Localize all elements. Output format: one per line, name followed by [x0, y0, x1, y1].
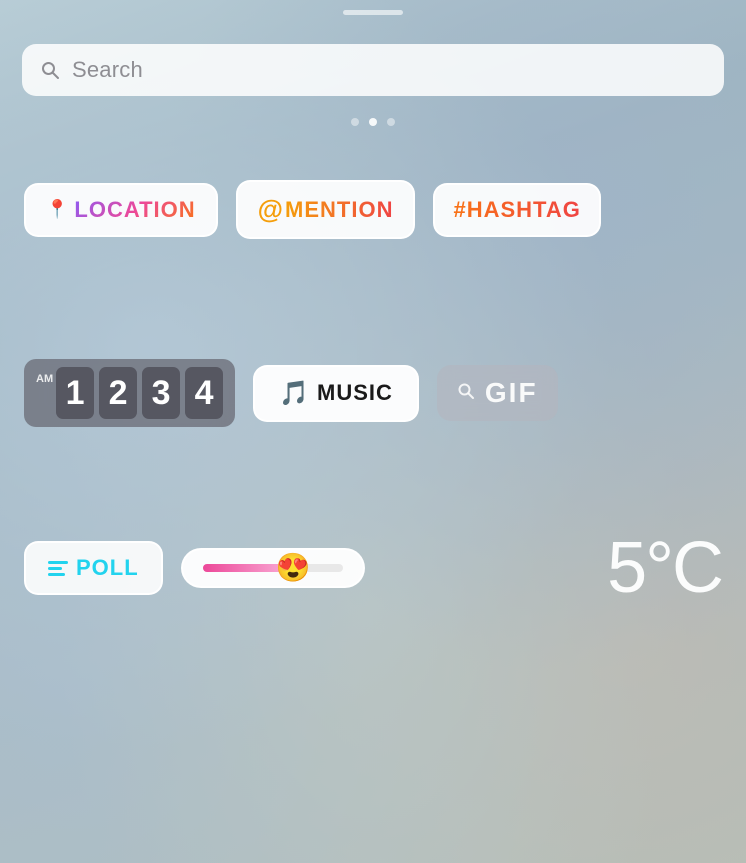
clock-digit-3: 3 [142, 367, 180, 419]
location-pin-icon: 📍 [46, 199, 68, 220]
page-indicators [351, 118, 395, 126]
slider-track[interactable]: 😍 [203, 564, 343, 572]
slider-emoji: 😍 [275, 552, 310, 583]
slider-sticker[interactable]: 😍 [181, 548, 365, 588]
clock-sticker[interactable]: AM 1 2 3 4 [24, 359, 235, 427]
clock-digit-4: 4 [185, 367, 223, 419]
poll-line-2 [48, 567, 62, 570]
hashtag-label: #HASHTAG [453, 197, 580, 223]
poll-sticker[interactable]: POLL [24, 541, 163, 595]
gif-search-icon [457, 382, 475, 405]
drag-handle[interactable] [343, 10, 403, 15]
mention-sticker[interactable]: @ MENTION [236, 180, 416, 239]
dot-1 [351, 118, 359, 126]
poll-icon [48, 561, 68, 576]
hashtag-sticker[interactable]: #HASHTAG [433, 183, 600, 237]
location-label: LOCATION [74, 197, 195, 223]
temperature-display: 5°C [607, 527, 722, 609]
poll-line-3 [48, 573, 65, 576]
poll-label: POLL [76, 555, 139, 581]
search-placeholder: Search [72, 57, 143, 83]
music-sticker[interactable]: 🎵 MUSIC [253, 365, 419, 422]
mention-label: MENTION [285, 197, 393, 223]
dot-2 [369, 118, 377, 126]
stickers-area: 📍 LOCATION @ MENTION #HASHTAG AM 1 2 3 4… [0, 180, 746, 639]
poll-line-1 [48, 561, 68, 564]
gif-sticker[interactable]: GIF [437, 365, 558, 421]
gif-label: GIF [485, 377, 538, 409]
clock-am-label: AM [36, 373, 53, 385]
sticker-row-1: 📍 LOCATION @ MENTION #HASHTAG [24, 180, 722, 239]
dot-3 [387, 118, 395, 126]
sticker-row-3: POLL 😍 5°C [24, 527, 722, 609]
clock-digit-2: 2 [99, 367, 137, 419]
search-icon [40, 60, 60, 80]
music-label: MUSIC [317, 380, 393, 406]
clock-digit-1: 1 [56, 367, 94, 419]
at-symbol: @ [258, 194, 283, 225]
sticker-row-2: AM 1 2 3 4 🎵 MUSIC GIF [24, 359, 722, 427]
search-bar[interactable]: Search [22, 44, 724, 96]
location-sticker[interactable]: 📍 LOCATION [24, 183, 218, 237]
music-note-icon: 🎵 [279, 379, 309, 408]
